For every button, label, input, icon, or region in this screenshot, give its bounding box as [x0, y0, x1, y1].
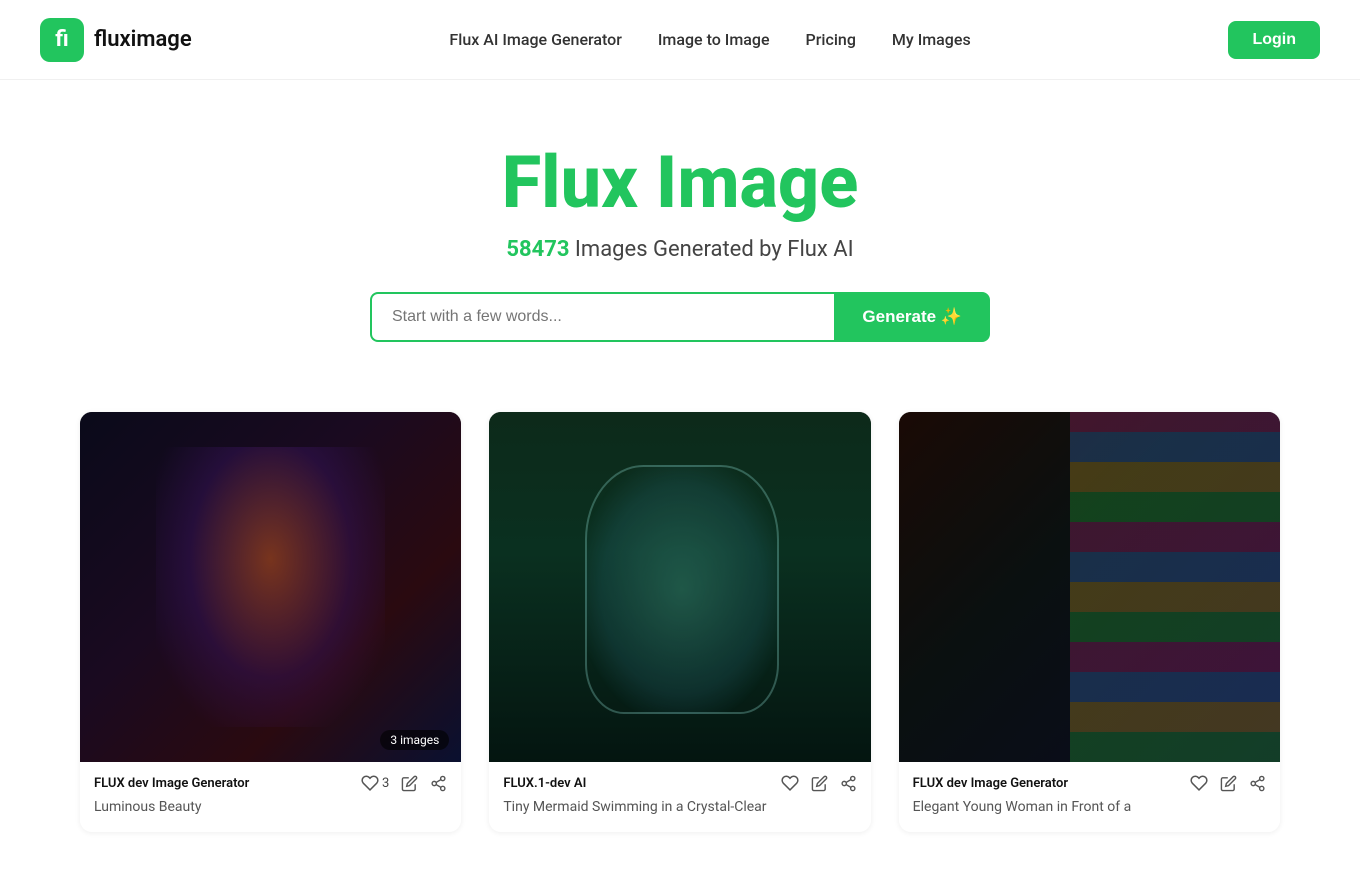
card-generator-3: FLUX dev Image Generator [913, 776, 1068, 791]
card-meta-2: FLUX.1-dev AI Tiny Mermaid Swimming in a… [489, 762, 870, 832]
hero-title: Flux Image [20, 140, 1340, 225]
hero-subtitle: 58473 Images Generated by Flux AI [20, 237, 1340, 262]
card-title-3: Elegant Young Woman in Front of a [913, 798, 1266, 818]
card-actions-2 [781, 774, 857, 792]
logo-link[interactable]: fi fluximage [40, 18, 192, 62]
share-icon-3[interactable] [1249, 775, 1266, 792]
card-image-2 [489, 412, 870, 762]
card-image-1 [80, 412, 461, 762]
gallery: 3 images FLUX dev Image Generator 3 [0, 382, 1360, 872]
card-actions-1: 3 [361, 774, 447, 792]
card-meta-1: FLUX dev Image Generator 3 Luminous Beau… [80, 762, 461, 832]
like-icon-1[interactable]: 3 [361, 774, 389, 792]
card-image-wrap-1: 3 images [80, 412, 461, 762]
card-image-wrap-2 [489, 412, 870, 762]
card-meta-3: FLUX dev Image Generator Elegant Young W… [899, 762, 1280, 832]
card-title-1: Luminous Beauty [94, 798, 447, 818]
like-icon-2[interactable] [781, 774, 799, 792]
edit-icon-3[interactable] [1220, 775, 1237, 792]
login-button[interactable]: Login [1228, 21, 1320, 59]
nav-link-image-to-image[interactable]: Image to Image [658, 30, 770, 49]
hero-input-row: Generate ✨ [370, 292, 990, 342]
nav-links: Flux AI Image Generator Image to Image P… [449, 30, 970, 49]
share-icon-2[interactable] [840, 775, 857, 792]
like-icon-3[interactable] [1190, 774, 1208, 792]
share-icon-1[interactable] [430, 775, 447, 792]
image-count-badge-1: 3 images [380, 730, 449, 750]
logo-brand-text: fluximage [94, 27, 192, 52]
card-meta-top-3: FLUX dev Image Generator [913, 774, 1266, 792]
card-image-3 [899, 412, 1280, 762]
logo-icon: fi [40, 18, 84, 62]
edit-icon-1[interactable] [401, 775, 418, 792]
nav-link-my-images[interactable]: My Images [892, 30, 971, 49]
generate-button[interactable]: Generate ✨ [834, 292, 990, 342]
gallery-card-2: FLUX.1-dev AI Tiny Mermaid Swimming in a… [489, 412, 870, 832]
gallery-card-1: 3 images FLUX dev Image Generator 3 [80, 412, 461, 832]
edit-icon-2[interactable] [811, 775, 828, 792]
card-title-2: Tiny Mermaid Swimming in a Crystal-Clear [503, 798, 856, 818]
card-meta-top-1: FLUX dev Image Generator 3 [94, 774, 447, 792]
gallery-card-3: FLUX dev Image Generator Elegant Young W… [899, 412, 1280, 832]
like-count-1: 3 [382, 776, 389, 791]
card-meta-top-2: FLUX.1-dev AI [503, 774, 856, 792]
card-actions-3 [1190, 774, 1266, 792]
navbar: fi fluximage Flux AI Image Generator Ima… [0, 0, 1360, 80]
card-image-wrap-3 [899, 412, 1280, 762]
hero-subtitle-rest: Images Generated by Flux AI [569, 237, 853, 262]
hero-section: Flux Image 58473 Images Generated by Flu… [0, 80, 1360, 382]
nav-link-flux-ai[interactable]: Flux AI Image Generator [449, 30, 621, 49]
card-generator-1: FLUX dev Image Generator [94, 776, 249, 791]
nav-link-pricing[interactable]: Pricing [806, 30, 856, 49]
prompt-input[interactable] [370, 292, 834, 342]
card-generator-2: FLUX.1-dev AI [503, 776, 586, 791]
image-count: 58473 [506, 237, 569, 262]
